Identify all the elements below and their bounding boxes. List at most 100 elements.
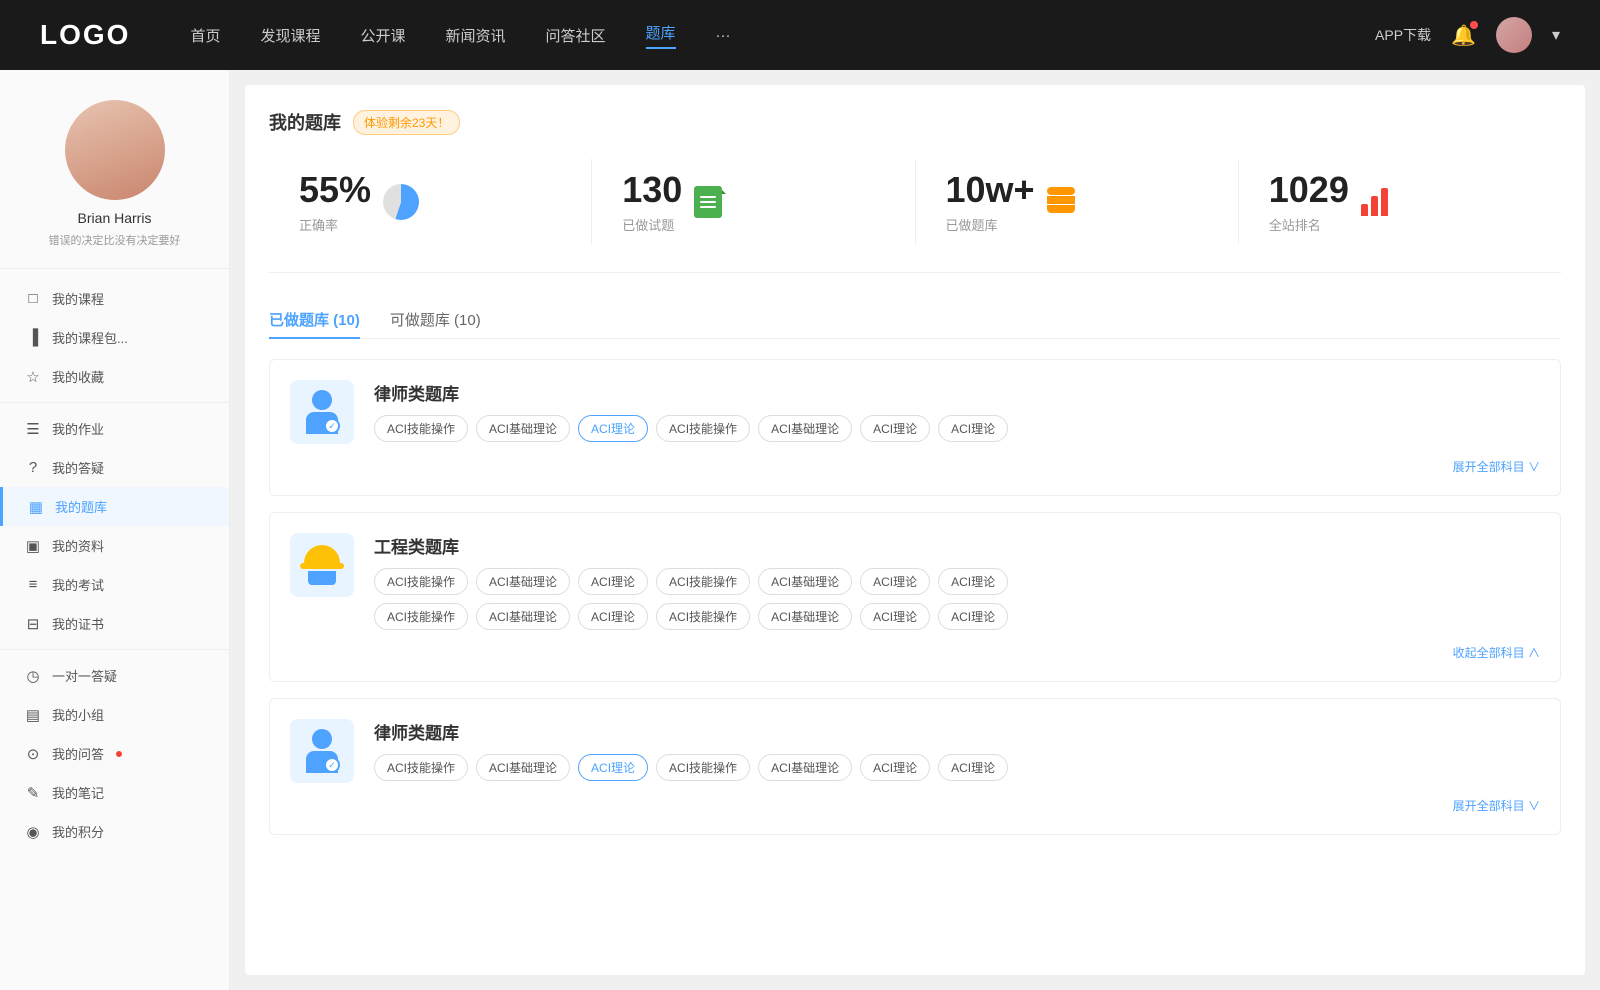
tags-row-engineer-2: ACI技能操作 ACI基础理论 ACI理论 ACI技能操作 ACI基础理论 AC… [374,603,1540,630]
stat-rank-label: 全站排名 [1269,215,1349,234]
eng-tag-r1-2[interactable]: ACI理论 [578,568,648,595]
l2-tag-4[interactable]: ACI基础理论 [758,754,852,781]
stat-accuracy: 55% 正确率 [269,159,592,244]
sidebar-item-label: 我的笔记 [52,783,104,802]
qbank-header-engineer: 工程类题库 ACI技能操作 ACI基础理论 ACI理论 ACI技能操作 ACI基… [290,533,1540,630]
profile-chevron[interactable]: ▾ [1552,25,1560,45]
tab-todo-banks[interactable]: 可做题库 (10) [390,301,481,338]
tag-2-active[interactable]: ACI理论 [578,415,648,442]
sidebar-item-label: 我的资料 [52,536,104,555]
sidebar-item-label: 我的课程 [52,289,104,308]
tab-done-banks[interactable]: 已做题库 (10) [269,301,360,338]
collapse-btn-engineer[interactable]: 收起全部科目 ∧ [290,644,1540,661]
unread-dot [116,751,122,757]
notification-bell[interactable]: 🔔 [1451,23,1476,48]
sidebar-item-group[interactable]: ▤ 我的小组 [0,695,229,734]
person-head [312,390,332,410]
one-on-one-icon: ◷ [24,667,42,685]
qbank-icon: ▦ [27,498,45,516]
eng-tag-r2-4[interactable]: ACI基础理论 [758,603,852,630]
eng-tag-r2-1[interactable]: ACI基础理论 [476,603,570,630]
eng-tag-r1-3[interactable]: ACI技能操作 [656,568,750,595]
l2-tag-1[interactable]: ACI基础理论 [476,754,570,781]
sidebar-item-question-bank[interactable]: ▦ 我的题库 [0,487,229,526]
l2-tag-5[interactable]: ACI理论 [860,754,930,781]
sidebar-item-label: 我的证书 [52,614,104,633]
eng-tag-r2-6[interactable]: ACI理论 [938,603,1008,630]
expand-btn-lawyer-1[interactable]: 展开全部科目 ∨ [290,458,1540,475]
nav-open-course[interactable]: 公开课 [360,25,405,46]
expand-btn-lawyer-2[interactable]: 展开全部科目 ∨ [290,797,1540,814]
eng-tag-r1-5[interactable]: ACI理论 [860,568,930,595]
nav-question-bank[interactable]: 题库 [646,22,676,49]
app-download-button[interactable]: APP下载 [1375,25,1431,45]
sidebar-item-label: 我的问答 [52,744,104,763]
nav-qa[interactable]: 问答社区 [546,25,606,46]
eng-tag-r1-4[interactable]: ACI基础理论 [758,568,852,595]
eng-tag-r2-2[interactable]: ACI理论 [578,603,648,630]
sidebar-item-course-package[interactable]: ▐ 我的课程包... [0,318,229,357]
person-check: ✓ [324,418,340,434]
package-icon: ▐ [24,329,42,346]
main-content: 我的题库 体验剩余23天！ 55% 正确率 130 已做试题 [245,85,1585,975]
stat-rank-num: 1029 [1269,169,1349,211]
eng-tag-r1-1[interactable]: ACI基础理论 [476,568,570,595]
eng-tag-r1-0[interactable]: ACI技能操作 [374,568,468,595]
lawyer-icon-wrap-2: ✓ [290,719,354,783]
page-layout: Brian Harris 错误的决定比没有决定要好 □ 我的课程 ▐ 我的课程包… [0,70,1600,990]
eng-tag-r2-5[interactable]: ACI理论 [860,603,930,630]
resource-icon: ▣ [24,537,42,555]
l2-tag-3[interactable]: ACI技能操作 [656,754,750,781]
avatar[interactable] [1496,17,1532,53]
avatar-image [1496,17,1532,53]
eng-tag-r2-3[interactable]: ACI技能操作 [656,603,750,630]
navbar: LOGO 首页 发现课程 公开课 新闻资讯 问答社区 题库 ··· APP下载 … [0,0,1600,70]
sidebar-item-my-qa[interactable]: ? 我的答疑 [0,448,229,487]
l2-tag-6[interactable]: ACI理论 [938,754,1008,781]
qbank-header-lawyer-2: ✓ 律师类题库 ACI技能操作 ACI基础理论 ACI理论 ACI技能操作 AC… [290,719,1540,783]
sidebar-item-questions[interactable]: ⊙ 我的问答 [0,734,229,773]
tag-4[interactable]: ACI基础理论 [758,415,852,442]
sidebar-item-label: 一对一答疑 [52,666,117,685]
sidebar-item-label: 我的收藏 [52,367,104,386]
stats-row: 55% 正确率 130 已做试题 [269,159,1561,273]
stat-done-banks: 10w+ 已做题库 [916,159,1239,244]
sidebar-item-resources[interactable]: ▣ 我的资料 [0,526,229,565]
sidebar-item-label: 我的题库 [55,497,107,516]
stat-done-questions-label: 已做试题 [622,215,682,234]
sidebar-item-label: 我的答疑 [52,458,104,477]
sidebar-item-homework[interactable]: ☰ 我的作业 [0,409,229,448]
sidebar-divider-1 [0,402,229,403]
sidebar: Brian Harris 错误的决定比没有决定要好 □ 我的课程 ▐ 我的课程包… [0,70,230,990]
sidebar-item-my-course[interactable]: □ 我的课程 [0,279,229,318]
sidebar-item-label: 我的积分 [52,822,104,841]
tag-3[interactable]: ACI技能操作 [656,415,750,442]
l2-tag-2-active[interactable]: ACI理论 [578,754,648,781]
tabs-row: 已做题库 (10) 可做题库 (10) [269,301,1561,339]
group-icon: ▤ [24,706,42,724]
nav-news[interactable]: 新闻资讯 [446,25,506,46]
sidebar-item-favorites[interactable]: ☆ 我的收藏 [0,357,229,396]
helmet-face [308,571,336,585]
nav-discover[interactable]: 发现课程 [260,25,320,46]
eng-tag-r2-0[interactable]: ACI技能操作 [374,603,468,630]
tag-5[interactable]: ACI理论 [860,415,930,442]
tag-0[interactable]: ACI技能操作 [374,415,468,442]
l2-tag-0[interactable]: ACI技能操作 [374,754,468,781]
trial-badge: 体验剩余23天！ [353,110,460,135]
avatar-image [65,100,165,200]
nav-more[interactable]: ··· [716,27,731,44]
sidebar-item-label: 我的考试 [52,575,104,594]
sidebar-item-certificate[interactable]: ⊟ 我的证书 [0,604,229,643]
eng-tag-r1-6[interactable]: ACI理论 [938,568,1008,595]
tag-6[interactable]: ACI理论 [938,415,1008,442]
sidebar-avatar[interactable] [65,100,165,200]
sidebar-item-one-on-one[interactable]: ◷ 一对一答疑 [0,656,229,695]
sidebar-item-exam[interactable]: ≡ 我的考试 [0,565,229,604]
nav-home[interactable]: 首页 [190,25,220,46]
tag-1[interactable]: ACI基础理论 [476,415,570,442]
sidebar-item-notes[interactable]: ✎ 我的笔记 [0,773,229,812]
star-icon: ☆ [24,368,42,386]
sidebar-item-points[interactable]: ◉ 我的积分 [0,812,229,851]
engineer-icon-wrap [290,533,354,597]
